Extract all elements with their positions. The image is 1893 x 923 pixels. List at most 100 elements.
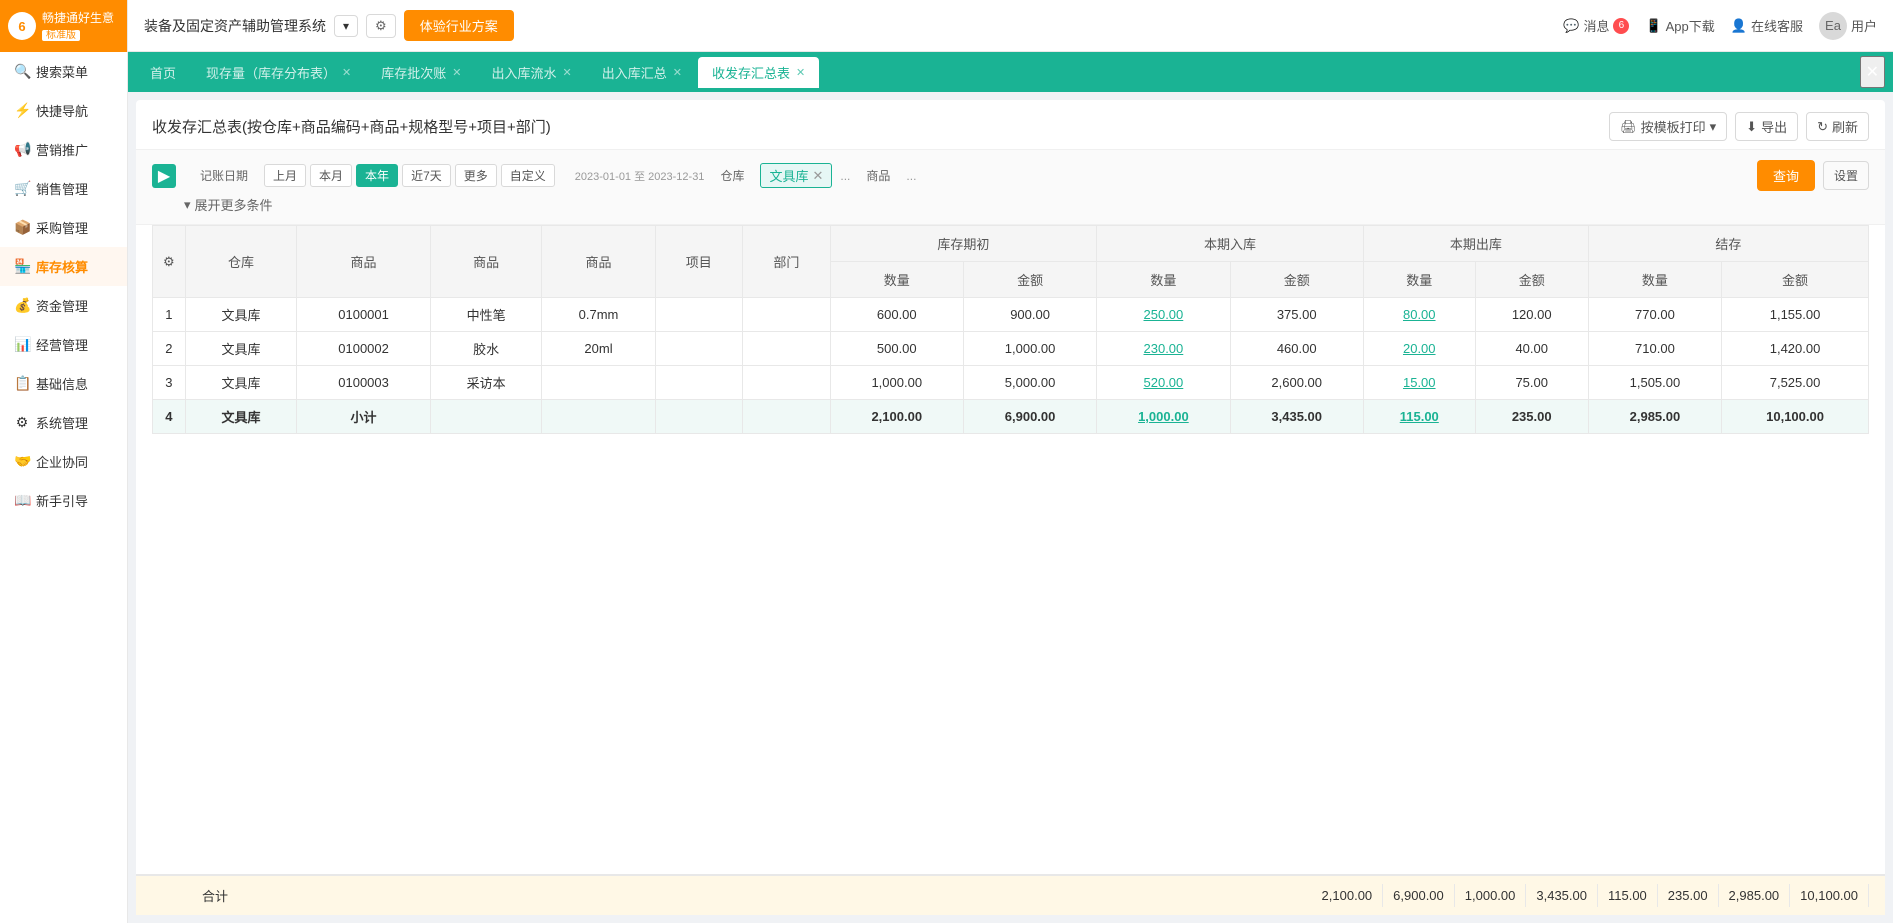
page-content: 收发存汇总表(按仓库+商品编码+商品+规格型号+项目+部门) 🖨 按模板打印 ▾… [128, 92, 1893, 923]
cell-bal-qty: 770.00 [1588, 298, 1721, 332]
goods-more[interactable]: ... [906, 169, 916, 183]
col-bal-amt: 金额 [1722, 262, 1869, 298]
cell-out-qty[interactable]: 20.00 [1363, 332, 1475, 366]
warehouse-label: 仓库 [720, 167, 744, 184]
sidebar-item-sales[interactable]: 🛒销售管理 [0, 169, 127, 208]
query-button[interactable]: 查询 [1757, 160, 1815, 191]
filter-area: ▶ 记账日期 上月本月本年近7天更多自定义 2023-01-01 至 2023-… [136, 150, 1885, 225]
table-wrapper: ⚙ 仓库 商品 商品 商品 项目 部门 库存期初 本期入库 本期出库 结存 [136, 225, 1885, 874]
warehouse-tag[interactable]: 文具库 ✕ [760, 163, 832, 188]
message-action[interactable]: 💬 消息 6 [1563, 16, 1629, 35]
col-code: 商品 [297, 226, 430, 298]
tab-close-icon[interactable]: ✕ [673, 66, 682, 79]
message-badge: 6 [1613, 18, 1629, 34]
print-button[interactable]: 🖨 按模板打印 ▾ [1609, 112, 1727, 141]
table-footer: 合计 2,100.00 6,900.00 1,000.00 3,435.00 1… [136, 874, 1885, 915]
sales-icon: 🛒 [14, 180, 30, 197]
sidebar-nav: 🔍搜索菜单⚡快捷导航📢营销推广🛒销售管理📦采购管理🏪库存核算💰资金管理📊经营管理… [0, 52, 127, 520]
col-init-amt: 金额 [963, 262, 1096, 298]
app-download-action[interactable]: 📱 App下载 [1645, 16, 1714, 35]
cell-in-amt: 460.00 [1230, 332, 1363, 366]
date-btn-本月[interactable]: 本月 [310, 164, 352, 187]
tab-close-icon[interactable]: ✕ [342, 66, 351, 79]
settings-button[interactable]: 设置 [1823, 161, 1869, 190]
goods-label: 商品 [866, 167, 890, 184]
tab-------[interactable]: 收发存汇总表✕ [698, 57, 819, 88]
col-init-qty: 数量 [830, 262, 963, 298]
refresh-button[interactable]: ↻ 刷新 [1806, 112, 1869, 141]
cell-in-qty[interactable]: 230.00 [1097, 332, 1230, 366]
tab---[interactable]: 首页 [136, 57, 190, 88]
sidebar-item-basic-info[interactable]: 📋基础信息 [0, 364, 127, 403]
basic-info-icon: 📋 [14, 375, 30, 392]
cell-project [655, 298, 743, 332]
search-icon: 🔍 [14, 63, 30, 80]
cell-bal-qty: 710.00 [1588, 332, 1721, 366]
cell-in-qty[interactable]: 520.00 [1097, 366, 1230, 400]
col-group-init: 库存期初 [830, 226, 1097, 262]
export-button[interactable]: ⬇ 导出 [1735, 112, 1798, 141]
col-bal-qty: 数量 [1588, 262, 1721, 298]
main-content: 装备及固定资产辅助管理系统 ▾ ⚙ 体验行业方案 💬 消息 6 📱 App下载 … [128, 0, 1893, 923]
cell-in-qty[interactable]: 250.00 [1097, 298, 1230, 332]
cell-out-qty[interactable]: 115.00 [1363, 400, 1475, 434]
tabs-bar: 首页现存量（库存分布表）✕库存批次账✕出入库流水✕出入库汇总✕收发存汇总表✕ ✕ [128, 52, 1893, 92]
cell-init-qty: 2,100.00 [830, 400, 963, 434]
tab-close-icon[interactable]: ✕ [563, 66, 572, 79]
cell-out-amt: 120.00 [1475, 298, 1588, 332]
gear-button[interactable]: ⚙ [366, 14, 396, 38]
quick-nav-icon: ⚡ [14, 102, 30, 119]
expand-conditions-button[interactable]: ▾ 展开更多条件 [184, 195, 273, 214]
cell-out-qty[interactable]: 80.00 [1363, 298, 1475, 332]
col-goods: 商品 [430, 226, 542, 298]
sidebar-item-quick-nav[interactable]: ⚡快捷导航 [0, 91, 127, 130]
tab------[interactable]: 库存批次账✕ [367, 57, 475, 88]
date-btn-近7天[interactable]: 近7天 [402, 164, 451, 187]
sidebar-item-guide[interactable]: 📖新手引导 [0, 481, 127, 520]
cell-out-qty[interactable]: 15.00 [1363, 366, 1475, 400]
system-title: 装备及固定资产辅助管理系统 [144, 16, 326, 36]
sidebar-item-marketing[interactable]: 📢营销推广 [0, 130, 127, 169]
warehouse-more[interactable]: ... [840, 169, 850, 183]
sidebar-item-inventory[interactable]: 🏪库存核算 [0, 247, 127, 286]
cell-dept [743, 400, 831, 434]
col-settings-header[interactable]: ⚙ [153, 226, 186, 298]
date-btn-更多[interactable]: 更多 [455, 164, 497, 187]
tab-close-icon[interactable]: ✕ [796, 66, 805, 79]
cell-goods: 采访本 [430, 366, 542, 400]
cell-init-qty: 1,000.00 [830, 366, 963, 400]
col-dept: 部门 [743, 226, 831, 298]
tab------[interactable]: 出入库汇总✕ [588, 57, 696, 88]
sidebar-item-system[interactable]: ⚙系统管理 [0, 403, 127, 442]
sidebar-item-operations[interactable]: 📊经营管理 [0, 325, 127, 364]
cell-goods: 中性笔 [430, 298, 542, 332]
date-btn-本年[interactable]: 本年 [356, 164, 398, 187]
sidebar-item-finance[interactable]: 💰资金管理 [0, 286, 127, 325]
tab------[interactable]: 出入库流水✕ [477, 57, 585, 88]
app-icon: 📱 [1645, 18, 1661, 34]
experience-button[interactable]: 体验行业方案 [404, 10, 514, 41]
date-btn-自定义[interactable]: 自定义 [501, 164, 555, 187]
sidebar-item-search[interactable]: 🔍搜索菜单 [0, 52, 127, 91]
footer-init-amt: 6,900.00 [1383, 884, 1455, 907]
sidebar-item-purchase[interactable]: 📦采购管理 [0, 208, 127, 247]
system-dropdown[interactable]: ▾ [334, 15, 358, 37]
user-action[interactable]: Ea 用户 [1819, 12, 1877, 40]
cell-goods [430, 400, 542, 434]
tab-----------[interactable]: 现存量（库存分布表）✕ [192, 57, 365, 88]
col-warehouse: 仓库 [185, 226, 297, 298]
cell-bal-qty: 1,505.00 [1588, 366, 1721, 400]
cell-in-qty[interactable]: 1,000.00 [1097, 400, 1230, 434]
cell-code: 0100002 [297, 332, 430, 366]
cell-spec [542, 366, 655, 400]
cell-dept [743, 298, 831, 332]
sidebar-item-enterprise[interactable]: 🤝企业协同 [0, 442, 127, 481]
remove-warehouse-icon[interactable]: ✕ [812, 168, 823, 184]
tab-close-icon[interactable]: ✕ [452, 66, 461, 79]
close-all-tabs-button[interactable]: ✕ [1860, 56, 1885, 88]
data-table: ⚙ 仓库 商品 商品 商品 项目 部门 库存期初 本期入库 本期出库 结存 [152, 225, 1869, 434]
date-btn-上月[interactable]: 上月 [264, 164, 306, 187]
avatar: Ea [1819, 12, 1847, 40]
filter-toggle-button[interactable]: ▶ [152, 164, 176, 188]
online-service-action[interactable]: 👤 在线客服 [1731, 16, 1803, 35]
